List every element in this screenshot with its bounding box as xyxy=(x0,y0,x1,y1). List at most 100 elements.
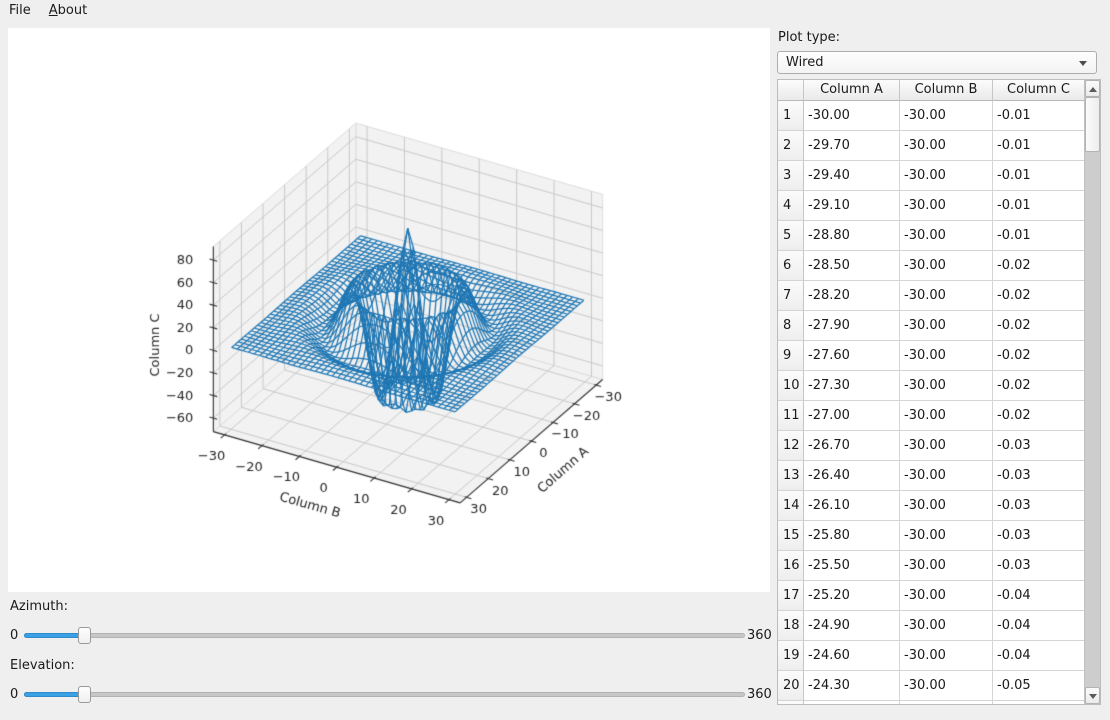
row-number-cell[interactable]: 6 xyxy=(778,251,804,281)
row-number-cell[interactable]: 10 xyxy=(778,371,804,401)
cell-column-b[interactable]: -30.00 xyxy=(900,401,993,431)
cell-column-c[interactable] xyxy=(993,701,1084,704)
cell-column-b[interactable]: -30.00 xyxy=(900,671,993,701)
row-number-cell[interactable]: 1 xyxy=(778,101,804,131)
table-corner-cell[interactable] xyxy=(778,80,804,101)
cell-column-a[interactable]: -26.40 xyxy=(804,461,900,491)
elevation-slider[interactable]: 0 360 xyxy=(0,685,775,705)
row-number-cell[interactable]: 16 xyxy=(778,551,804,581)
cell-column-c[interactable]: -0.03 xyxy=(993,491,1084,521)
column-header-b[interactable]: Column B xyxy=(900,80,993,101)
cell-column-a[interactable]: -28.50 xyxy=(804,251,900,281)
menu-about[interactable]: About xyxy=(40,1,96,20)
cell-column-c[interactable]: -0.05 xyxy=(993,671,1084,701)
cell-column-b[interactable]: -30.00 xyxy=(900,491,993,521)
column-header-c[interactable]: Column C xyxy=(993,80,1084,101)
row-number-cell[interactable]: 12 xyxy=(778,431,804,461)
cell-column-a[interactable]: -25.20 xyxy=(804,581,900,611)
cell-column-c[interactable]: -0.01 xyxy=(993,191,1084,221)
cell-column-b[interactable]: -30.00 xyxy=(900,101,993,131)
menu-file[interactable]: File xyxy=(0,1,40,20)
row-number-cell[interactable]: 19 xyxy=(778,641,804,671)
row-number-cell[interactable]: 13 xyxy=(778,461,804,491)
row-number-cell[interactable]: 2 xyxy=(778,131,804,161)
row-number-cell[interactable]: 17 xyxy=(778,581,804,611)
row-number-cell[interactable]: 8 xyxy=(778,311,804,341)
row-number-cell[interactable]: 9 xyxy=(778,341,804,371)
cell-column-a[interactable]: -26.70 xyxy=(804,431,900,461)
row-number-cell[interactable]: 20 xyxy=(778,671,804,701)
elevation-slider-track[interactable] xyxy=(24,692,745,697)
cell-column-a[interactable]: -27.00 xyxy=(804,401,900,431)
cell-column-c[interactable]: -0.03 xyxy=(993,461,1084,491)
cell-column-c[interactable]: -0.01 xyxy=(993,161,1084,191)
cell-column-b[interactable]: -30.00 xyxy=(900,161,993,191)
row-number-cell[interactable]: 4 xyxy=(778,191,804,221)
cell-column-a[interactable]: -24.90 xyxy=(804,611,900,641)
cell-column-a[interactable]: -27.90 xyxy=(804,311,900,341)
row-number-cell[interactable]: 7 xyxy=(778,281,804,311)
scroll-up-button[interactable] xyxy=(1085,80,1100,97)
cell-column-a[interactable]: -24.60 xyxy=(804,641,900,671)
cell-column-b[interactable]: -30.00 xyxy=(900,191,993,221)
cell-column-c[interactable]: -0.01 xyxy=(993,221,1084,251)
cell-column-c[interactable]: -0.01 xyxy=(993,101,1084,131)
cell-column-b[interactable]: -30.00 xyxy=(900,371,993,401)
cell-column-c[interactable]: -0.02 xyxy=(993,281,1084,311)
cell-column-a[interactable]: -26.10 xyxy=(804,491,900,521)
plot-canvas[interactable] xyxy=(8,28,770,592)
cell-column-c[interactable]: -0.02 xyxy=(993,371,1084,401)
cell-column-c[interactable]: -0.02 xyxy=(993,311,1084,341)
cell-column-b[interactable]: -30.00 xyxy=(900,581,993,611)
cell-column-a[interactable]: -28.20 xyxy=(804,281,900,311)
cell-column-a[interactable]: -25.80 xyxy=(804,521,900,551)
cell-column-b[interactable]: -30.00 xyxy=(900,641,993,671)
cell-column-b[interactable]: -30.00 xyxy=(900,551,993,581)
cell-column-b[interactable]: -30.00 xyxy=(900,611,993,641)
cell-column-a[interactable]: -30.00 xyxy=(804,101,900,131)
cell-column-a[interactable]: -24.30 xyxy=(804,671,900,701)
cell-column-a[interactable]: -25.50 xyxy=(804,551,900,581)
cell-column-b[interactable]: -30.00 xyxy=(900,341,993,371)
cell-column-c[interactable]: -0.03 xyxy=(993,551,1084,581)
scroll-down-button[interactable] xyxy=(1085,687,1100,704)
cell-column-b[interactable]: -30.00 xyxy=(900,461,993,491)
scrollbar-thumb[interactable] xyxy=(1085,97,1100,152)
row-number-cell[interactable]: 5 xyxy=(778,221,804,251)
azimuth-slider[interactable]: 0 360 xyxy=(0,626,775,646)
azimuth-slider-track[interactable] xyxy=(24,633,745,638)
azimuth-slider-thumb[interactable] xyxy=(78,627,91,644)
cell-column-a[interactable]: -29.10 xyxy=(804,191,900,221)
cell-column-b[interactable]: -30.00 xyxy=(900,281,993,311)
cell-column-a[interactable] xyxy=(804,701,900,704)
plot-type-combobox[interactable]: Wired xyxy=(777,51,1097,74)
row-number-cell[interactable] xyxy=(778,701,804,704)
cell-column-c[interactable]: -0.02 xyxy=(993,401,1084,431)
row-number-cell[interactable]: 15 xyxy=(778,521,804,551)
cell-column-a[interactable]: -28.80 xyxy=(804,221,900,251)
cell-column-c[interactable]: -0.02 xyxy=(993,341,1084,371)
cell-column-c[interactable]: -0.04 xyxy=(993,641,1084,671)
cell-column-b[interactable]: -30.00 xyxy=(900,521,993,551)
cell-column-c[interactable]: -0.03 xyxy=(993,431,1084,461)
column-header-a[interactable]: Column A xyxy=(804,80,900,101)
cell-column-b[interactable]: -30.00 xyxy=(900,311,993,341)
row-number-cell[interactable]: 18 xyxy=(778,611,804,641)
cell-column-c[interactable]: -0.04 xyxy=(993,611,1084,641)
cell-column-b[interactable]: -30.00 xyxy=(900,221,993,251)
cell-column-b[interactable]: -30.00 xyxy=(900,431,993,461)
cell-column-b[interactable]: -30.00 xyxy=(900,251,993,281)
elevation-slider-thumb[interactable] xyxy=(78,686,91,703)
cell-column-c[interactable]: -0.02 xyxy=(993,251,1084,281)
cell-column-c[interactable]: -0.01 xyxy=(993,131,1084,161)
cell-column-a[interactable]: -29.70 xyxy=(804,131,900,161)
vertical-scrollbar[interactable] xyxy=(1084,80,1100,704)
cell-column-c[interactable]: -0.04 xyxy=(993,581,1084,611)
cell-column-a[interactable]: -29.40 xyxy=(804,161,900,191)
cell-column-b[interactable] xyxy=(900,701,993,704)
cell-column-a[interactable]: -27.30 xyxy=(804,371,900,401)
row-number-cell[interactable]: 14 xyxy=(778,491,804,521)
row-number-cell[interactable]: 3 xyxy=(778,161,804,191)
cell-column-c[interactable]: -0.03 xyxy=(993,521,1084,551)
cell-column-b[interactable]: -30.00 xyxy=(900,131,993,161)
